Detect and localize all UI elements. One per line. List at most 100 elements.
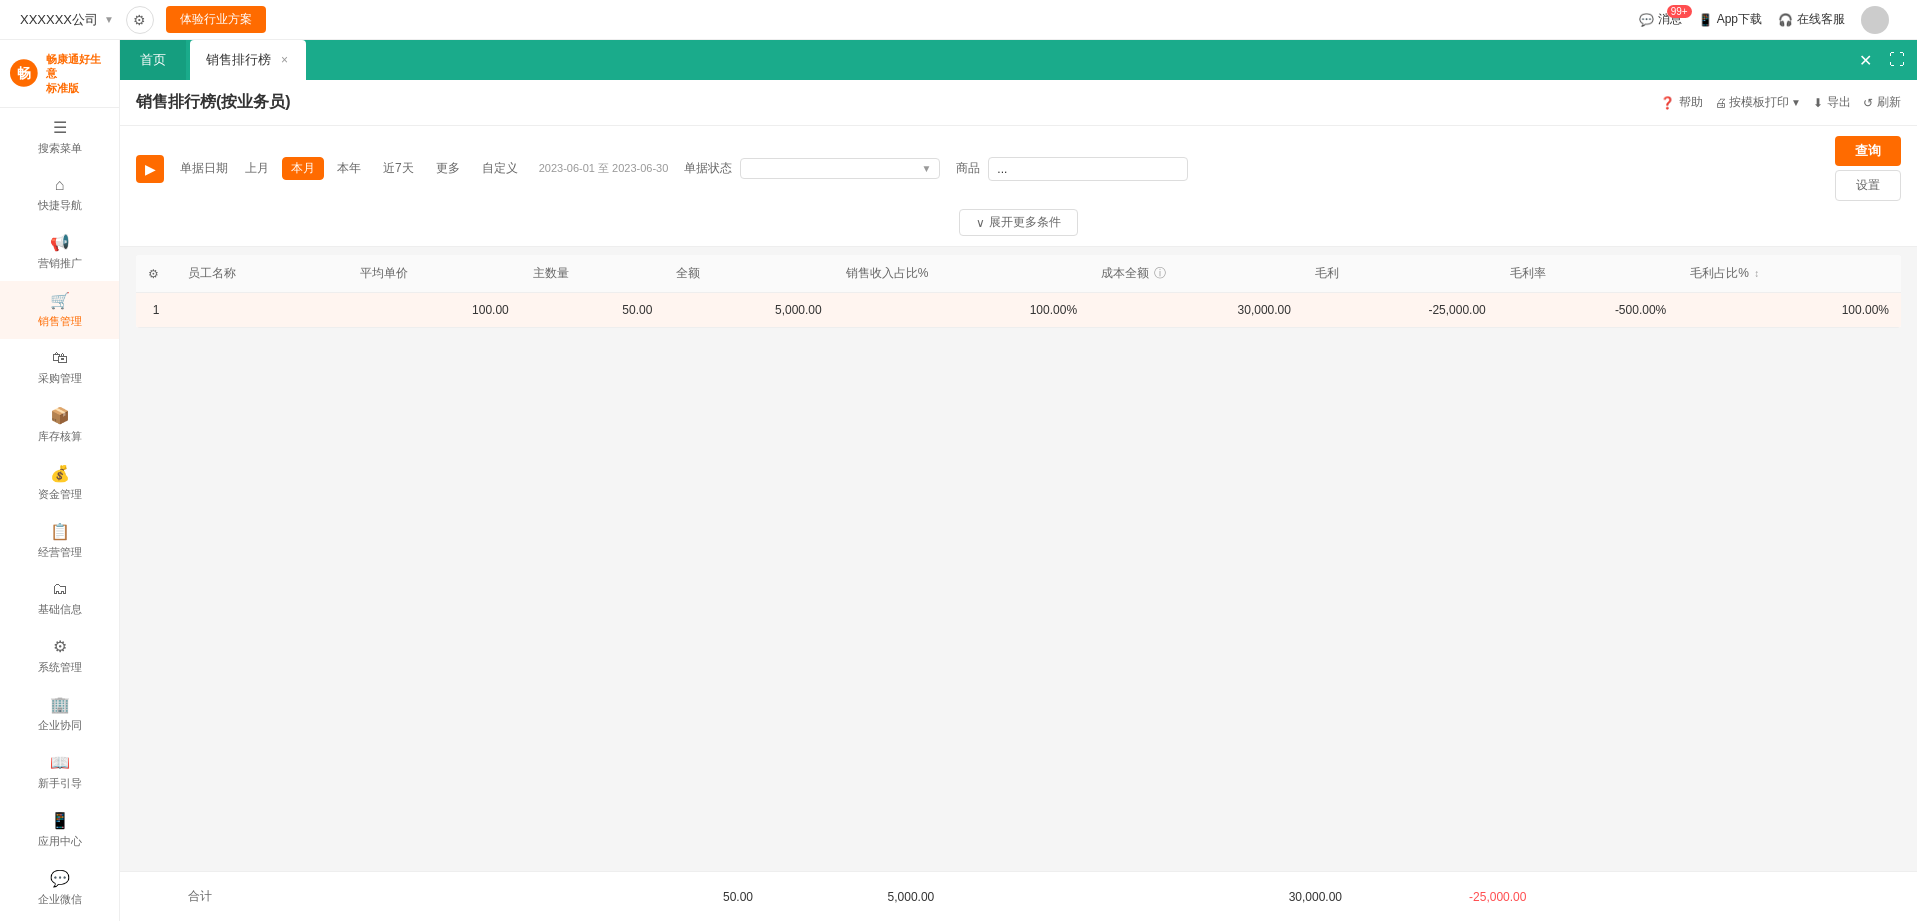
status-filter-label: 单据状态 [684,160,732,177]
date-btn-7days[interactable]: 近7天 [374,157,423,180]
tab-home-label: 首页 [140,51,166,69]
message-button[interactable]: 💬 消息 99+ [1639,11,1682,28]
sidebar-item-marketing[interactable]: 📢 营销推广 [0,223,119,281]
tab-active-label: 销售排行榜 [206,51,271,69]
page-title: 销售排行榜(按业务员) [136,92,291,125]
sidebar-item-wechat[interactable]: 💬 企业微信 [0,859,119,917]
marketing-icon: 📢 [50,233,70,252]
quick-filter-arrow[interactable]: ▶ [136,155,164,183]
settings-icon[interactable]: ⚙ [126,6,154,34]
sidebar-item-label: 销售管理 [38,314,82,329]
sidebar-item-finance[interactable]: 💰 资金管理 [0,454,119,512]
basic-icon: 🗂 [52,580,68,598]
total-row: 合计 50.00 5,000.00 30,000.00 -25,000.00 [136,880,1901,913]
online-service-button[interactable]: 🎧 在线客服 [1778,11,1845,28]
sidebar-item-sales[interactable]: 🛒 销售管理 [0,281,119,339]
refresh-label: 刷新 [1877,94,1901,111]
total-empty-rank [136,880,176,913]
total-table: 合计 50.00 5,000.00 30,000.00 -25,000.00 [136,880,1901,913]
avatar[interactable] [1861,6,1889,34]
sidebar-item-search[interactable]: ☰ 搜索菜单 [0,108,119,166]
export-button[interactable]: ⬇ 导出 [1813,94,1851,111]
th-gross-rate: 毛利率 [1498,255,1678,293]
sidebar-item-label: 库存核算 [38,429,82,444]
expand-button[interactable]: ∨ 展开更多条件 [959,209,1078,236]
trial-button[interactable]: 体验行业方案 [166,6,266,33]
cell-cost: 30,000.00 [1089,293,1303,328]
print-button[interactable]: 🖨 按模板打印 ▼ [1715,94,1801,111]
date-btn-this-month[interactable]: 本月 [282,157,324,180]
main-layout: 畅 畅康通好生意 标准版 ☰ 搜索菜单 ⌂ 快捷导航 📢 营销推广 🛒 销售管理… [0,40,1917,921]
refresh-button[interactable]: ↺ 刷新 [1863,94,1901,111]
settings-button[interactable]: 设置 [1835,170,1901,201]
total-gross: -25,000.00 [1354,880,1538,913]
total-amount: 5,000.00 [765,880,946,913]
date-btn-custom[interactable]: 自定义 [473,157,527,180]
th-cost: 成本全额 ⓘ [1089,255,1303,293]
print-label: 按模板打印 [1729,94,1789,111]
cell-gross-ratio: 100.00% [1678,293,1901,328]
tab-sales-ranking[interactable]: 销售排行榜 × [190,40,306,80]
table-container[interactable]: ⚙ 员工名称 平均单价 主数量 [120,247,1917,871]
sidebar-item-label: 系统管理 [38,660,82,675]
expand-label: 展开更多条件 [989,214,1061,231]
sidebar-item-guide[interactable]: 📖 新手引导 [0,743,119,801]
cost-info-icon[interactable]: ⓘ [1154,266,1166,280]
total-empty-ratio [946,880,1173,913]
th-amount: 全额 [664,255,833,293]
sidebar-logo: 畅 畅康通好生意 标准版 [0,40,119,108]
sidebar-item-purchase[interactable]: 🛍 采购管理 [0,339,119,396]
finance-icon: 💰 [50,464,70,483]
date-range-buttons: 上月 本月 本年 近7天 更多 [236,157,527,180]
date-btn-this-year[interactable]: 本年 [328,157,370,180]
cell-name [176,293,348,328]
top-header: XXXXXX公司 ▼ ⚙ 体验行业方案 💬 消息 99+ 📱 App下载 🎧 在… [0,0,1917,40]
tab-close-all-button[interactable]: ✕ [1853,48,1877,72]
expand-row: ∨ 展开更多条件 [136,209,1901,236]
date-filter: 单据日期 上月 本月 本年 近7天 [180,157,668,180]
status-select[interactable]: ▼ [740,158,940,179]
table-header-row: ⚙ 员工名称 平均单价 主数量 [136,255,1901,293]
goods-filter-label: 商品 [956,160,980,177]
table-settings-icon[interactable]: ⚙ [148,267,159,281]
query-button[interactable]: 查询 [1835,136,1901,166]
sidebar-item-basic[interactable]: 🗂 基础信息 [0,570,119,627]
app-download-button[interactable]: 📱 App下载 [1698,11,1762,28]
sidebar-item-operation[interactable]: 📋 经营管理 [0,512,119,570]
sidebar-item-enterprise[interactable]: 🏢 企业协同 [0,685,119,743]
total-empty-rate [1538,880,1719,913]
tab-close-icon[interactable]: × [279,51,290,69]
total-cost: 30,000.00 [1173,880,1354,913]
sidebar-item-label: 采购管理 [38,371,82,386]
guide-icon: 📖 [50,753,70,772]
print-chevron-icon: ▼ [1791,97,1801,108]
home-icon: ⌂ [55,176,65,194]
sidebar-item-apps[interactable]: 📱 应用中心 [0,801,119,859]
cell-sales-ratio: 100.00% [834,293,1089,328]
company-selector[interactable]: XXXXXX公司 ▼ [12,7,122,33]
goods-input[interactable]: ... [988,157,1188,181]
sidebar-item-quick[interactable]: ⌂ 快捷导航 [0,166,119,223]
date-btn-last-month[interactable]: 上月 [236,157,278,180]
cell-gross: -25,000.00 [1303,293,1498,328]
sidebar-item-inventory[interactable]: 📦 库存核算 [0,396,119,454]
table-row[interactable]: 1 100.00 50.00 [136,293,1901,328]
sidebar-item-member[interactable]: V 畅会员 [0,917,119,921]
page-header: 销售排行榜(按业务员) ❓ 帮助 🖨 按模板打印 ▼ ⬇ 导出 [120,80,1917,126]
sidebar-item-label: 基础信息 [38,602,82,617]
date-btn-more[interactable]: 更多 [427,157,469,180]
th-sales-ratio: 销售收入占比% [834,255,1089,293]
date-filter-label: 单据日期 [180,160,228,177]
th-gross: 毛利 [1303,255,1498,293]
tab-expand-button[interactable]: ⛶ [1885,48,1909,72]
gross-ratio-sort-icon[interactable]: ↕ [1754,268,1759,279]
sidebar-item-system[interactable]: ⚙ 系统管理 [0,627,119,685]
tab-home[interactable]: 首页 [120,40,186,80]
app-download-label: App下载 [1717,11,1762,28]
sidebar-item-label: 快捷导航 [38,198,82,213]
cell-quantity: 50.00 [521,293,665,328]
logo-icon: 畅 [8,57,40,89]
help-button[interactable]: ❓ 帮助 [1660,94,1703,111]
footer-total: 合计 50.00 5,000.00 30,000.00 -25,000.00 [120,871,1917,921]
cell-rank: 1 [136,293,176,328]
